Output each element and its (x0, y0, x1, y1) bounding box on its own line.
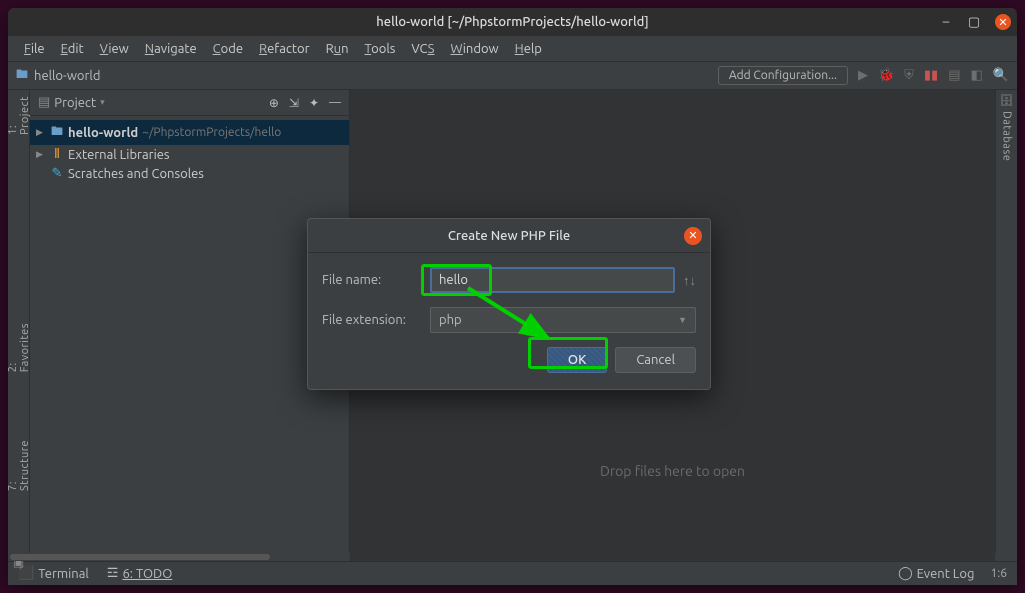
debug-icon[interactable]: 🐞 (878, 68, 894, 83)
run-icon[interactable]: ▶ (858, 68, 868, 83)
menu-file[interactable]: File (18, 40, 51, 58)
project-panel-header: ▤ Project ▾ ⊕ ⇲ ✦ — (30, 90, 349, 116)
toolbar-right: Add Configuration... ▶ 🐞 ⛨ ▮▮ ▤ ◧ 🔍 (718, 66, 1009, 85)
update-icon[interactable]: ▤ (948, 68, 960, 83)
breadcrumb[interactable]: 🖿 hello-world (16, 65, 710, 86)
event-log-button[interactable]: ◯Event Log (898, 566, 974, 581)
history-arrows-icon[interactable]: ↑↓ (683, 273, 696, 288)
folder-icon: 🖿 (16, 65, 28, 86)
extension-label: File extension: (322, 313, 422, 327)
hide-icon[interactable]: — (329, 96, 341, 110)
breadcrumb-item: hello-world (34, 69, 100, 83)
filename-label: File name: (322, 273, 422, 287)
menu-window[interactable]: Window (444, 40, 504, 58)
layout-icon[interactable]: ◧ (971, 68, 983, 83)
close-icon[interactable]: ✕ (995, 14, 1011, 30)
dialog-body: File name: ↑↓ File extension: php ▼ OK C… (308, 253, 710, 389)
window-controls: – ▢ ✕ (939, 14, 1011, 30)
add-configuration-button[interactable]: Add Configuration... (718, 66, 848, 85)
cursor-position: 1:6 (991, 567, 1008, 580)
menu-tools[interactable]: Tools (359, 40, 402, 58)
chevron-right-icon[interactable]: ▶ (36, 149, 46, 160)
titlebar: hello-world [~/PhpstormProjects/hello-wo… (8, 8, 1017, 36)
ok-button[interactable]: OK (547, 347, 607, 373)
right-gutter: 🗄 Database (995, 90, 1017, 561)
coverage-icon[interactable]: ⛨ (904, 68, 914, 83)
window-title: hello-world [~/PhpstormProjects/hello-wo… (376, 15, 648, 29)
menu-code[interactable]: Code (207, 40, 249, 58)
panel-tool-icons: ⊕ ⇲ ✦ — (269, 96, 341, 110)
extension-select[interactable]: php ▼ (430, 307, 696, 333)
menu-edit[interactable]: Edit (55, 40, 90, 58)
tree-root[interactable]: ▶ 🖿 hello-world ~/PhpstormProjects/hello (30, 120, 349, 145)
tool-database-tab[interactable]: Database (1001, 107, 1013, 165)
project-panel: ▤ Project ▾ ⊕ ⇲ ✦ — ▶ 🖿 hello-world ~/Ph… (30, 90, 350, 561)
tool-favorites-tab[interactable]: 2: Favorites (8, 319, 31, 376)
project-tree: ▶ 🖿 hello-world ~/PhpstormProjects/hello… (30, 116, 349, 561)
dialog-title: Create New PHP File (448, 229, 570, 243)
tree-root-name: hello-world (68, 126, 138, 140)
tool-structure-tab[interactable]: 7: Structure (8, 436, 31, 495)
gear-icon[interactable]: ✦ (309, 96, 319, 110)
menu-navigate[interactable]: Navigate (139, 40, 203, 58)
menu-run[interactable]: Run (320, 40, 355, 58)
menu-view[interactable]: View (94, 40, 135, 58)
scratches-icon: ✎ (50, 166, 64, 181)
dialog-titlebar: Create New PHP File ✕ (308, 219, 710, 253)
eventlog-icon: ◯ (898, 566, 913, 581)
cancel-button[interactable]: Cancel (615, 347, 696, 373)
database-icon[interactable]: 🗄 (1000, 94, 1014, 107)
filename-input[interactable] (430, 267, 675, 293)
tool-project-tab[interactable]: 1: Project (8, 92, 31, 139)
menubar: File Edit View Navigate Code Refactor Ru… (8, 36, 1017, 62)
expand-icon[interactable]: ⇲ (289, 96, 299, 110)
todo-button[interactable]: ☲6: TODO (107, 566, 173, 581)
menu-help[interactable]: Help (509, 40, 548, 58)
statusbar: ⬛Terminal ☲6: TODO ◯Event Log 1:6 (8, 561, 1017, 585)
drop-files-hint: Drop files here to open (600, 463, 745, 479)
menu-vcs[interactable]: VCS (405, 40, 440, 58)
extension-value: php (439, 313, 462, 327)
dialog-close-icon[interactable]: ✕ (684, 227, 702, 245)
chevron-right-icon[interactable]: ▶ (36, 127, 46, 138)
library-icon: ⫴ (50, 147, 64, 162)
todo-icon: ☲ (107, 566, 119, 581)
search-icon[interactable]: 🔍 (993, 68, 1009, 83)
tree-external-libraries[interactable]: ▶ ⫴ External Libraries (30, 145, 349, 164)
terminal-button[interactable]: ⬛Terminal (18, 566, 89, 581)
menu-refactor[interactable]: Refactor (253, 40, 316, 58)
target-icon[interactable]: ⊕ (269, 96, 279, 110)
left-gutter: 1: Project 2: Favorites 7: Structure ▣ (8, 90, 30, 561)
tree-root-path: ~/PhpstormProjects/hello (142, 126, 281, 139)
create-php-file-dialog: Create New PHP File ✕ File name: ↑↓ File… (307, 218, 711, 390)
project-view-selector[interactable]: ▤ Project ▾ (38, 95, 263, 110)
minimize-icon[interactable]: – (939, 15, 953, 29)
navigation-toolbar: 🖿 hello-world Add Configuration... ▶ 🐞 ⛨… (8, 62, 1017, 90)
tree-scratches[interactable]: ✎ Scratches and Consoles (30, 164, 349, 183)
stop-icon[interactable]: ▮▮ (924, 68, 938, 83)
maximize-icon[interactable]: ▢ (967, 15, 981, 29)
chevron-down-icon: ▼ (678, 315, 687, 325)
folder-icon: 🖿 (50, 122, 64, 143)
